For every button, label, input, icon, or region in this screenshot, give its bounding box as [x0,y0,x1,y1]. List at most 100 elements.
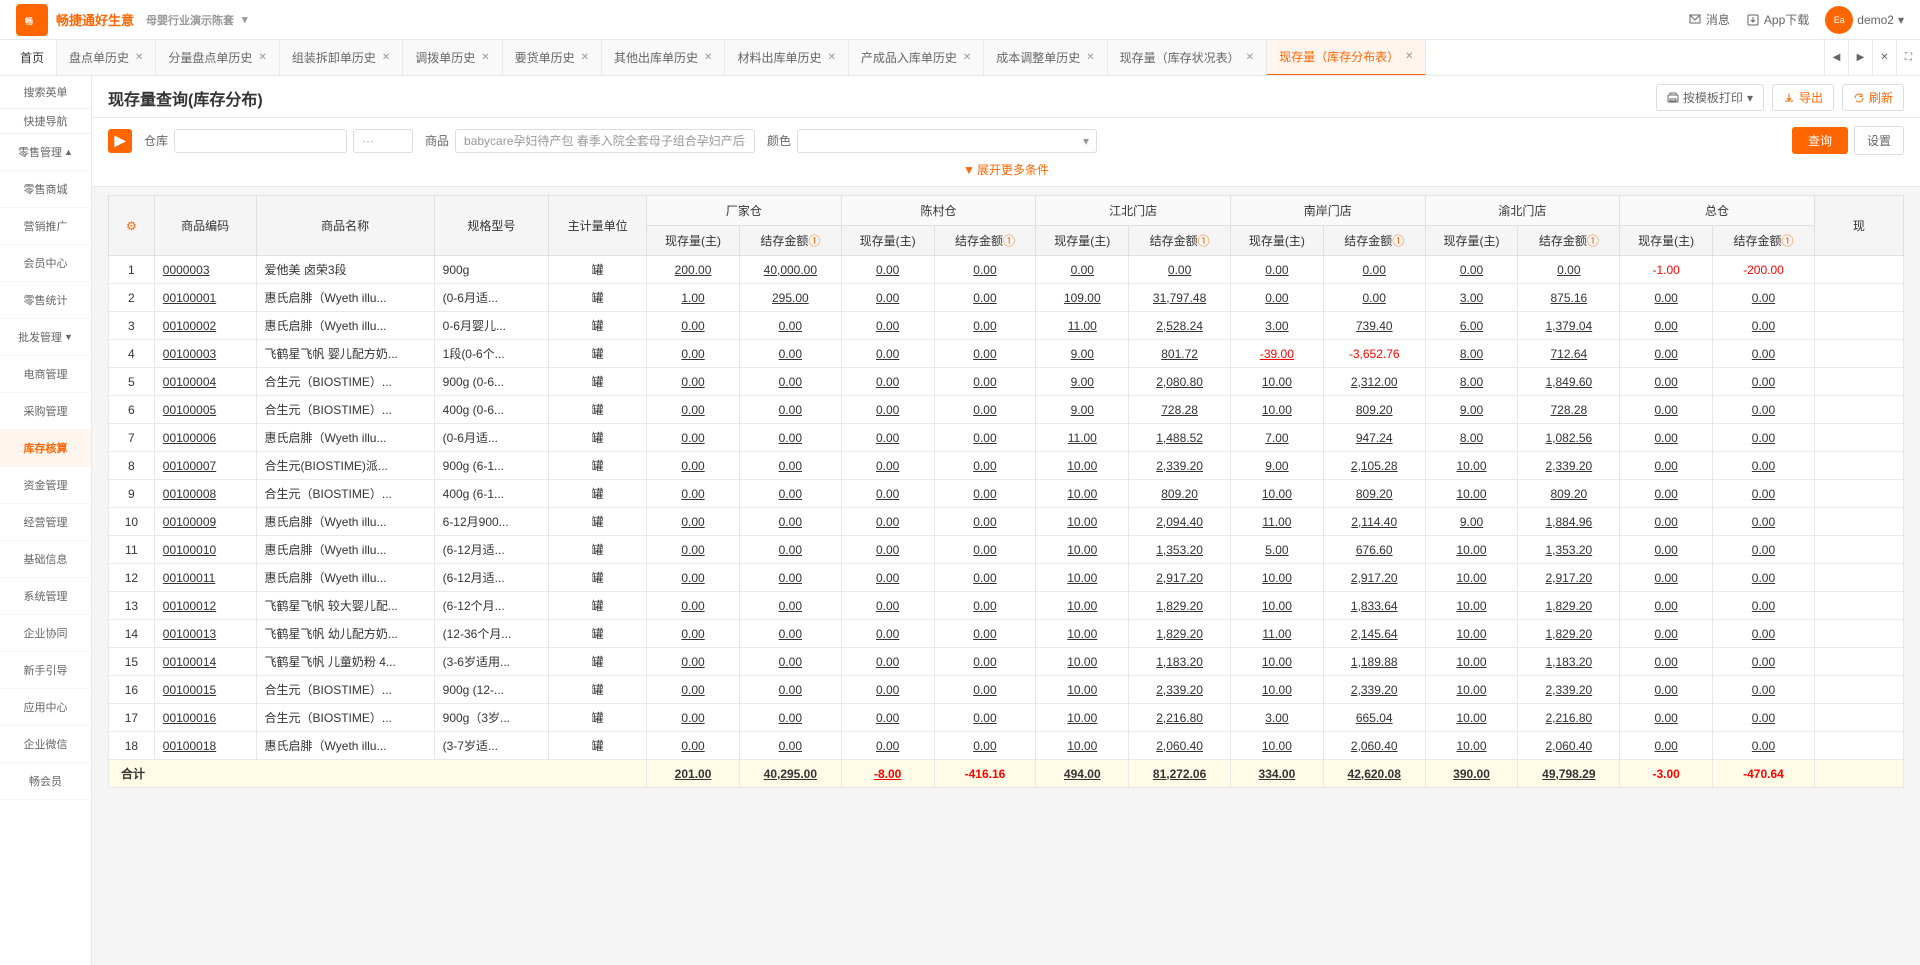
print-btn[interactable]: 按模板打印 ▾ [1656,84,1764,111]
sidebar-item-enterprise[interactable]: 企业协同 [0,615,91,652]
cell-nanan-qty[interactable]: 0.00 [1230,284,1323,312]
cell-chencun-amt[interactable]: 0.00 [934,284,1036,312]
cell-chencun-amt[interactable]: 0.00 [934,508,1036,536]
tab-fenliang[interactable]: 分量盘点单历史 ✕ [156,40,279,76]
cell-yubei-amt[interactable]: 1,849.60 [1518,368,1620,396]
cell-code[interactable]: 00100006 [154,424,256,452]
cell-chencun-amt[interactable]: 0.00 [934,312,1036,340]
cell-chencun-qty[interactable]: 0.00 [841,648,934,676]
cell-chencun-qty[interactable]: 0.00 [841,676,934,704]
cell-changjia-qty[interactable]: 0.00 [647,564,740,592]
cell-nanan-amt[interactable]: 1,833.64 [1323,592,1425,620]
cell-chencun-qty[interactable]: 0.00 [841,452,934,480]
cell-chencun-amt[interactable]: 0.00 [934,536,1036,564]
tab-pandian[interactable]: 盘点单历史 ✕ [57,40,156,76]
tab-chancheng[interactable]: 产成品入库单历史 ✕ [849,40,984,76]
sidebar-item-member[interactable]: 会员中心 [0,245,91,282]
cell-nanan-amt[interactable]: 0.00 [1323,284,1425,312]
cell-chencun-amt[interactable]: 0.00 [934,648,1036,676]
cell-yubei-amt[interactable]: 2,917.20 [1518,564,1620,592]
cell-chencun-qty[interactable]: 0.00 [841,704,934,732]
cell-yubei-qty[interactable]: 10.00 [1425,676,1518,704]
cell-changjia-qty[interactable]: 0.00 [647,424,740,452]
cell-changjia-amt[interactable]: 0.00 [739,592,841,620]
cell-code[interactable]: 00100016 [154,704,256,732]
cell-code[interactable]: 00100018 [154,732,256,760]
cell-total-qty[interactable]: -1.00 [1620,256,1713,284]
cell-jiangbei-amt[interactable]: 2,094.40 [1129,508,1231,536]
cell-yubei-qty[interactable]: 10.00 [1425,732,1518,760]
cell-jiangbei-qty[interactable]: 10.00 [1036,508,1129,536]
cell-chencun-qty[interactable]: 0.00 [841,732,934,760]
cell-jiangbei-qty[interactable]: 11.00 [1036,424,1129,452]
cell-nanan-amt[interactable]: 2,105.28 [1323,452,1425,480]
cell-nanan-qty[interactable]: 0.00 [1230,256,1323,284]
cell-chencun-amt[interactable]: 0.00 [934,452,1036,480]
cell-yubei-qty[interactable]: 10.00 [1425,564,1518,592]
sidebar-item-basic-info[interactable]: 基础信息 [0,541,91,578]
cell-jiangbei-amt[interactable]: 31,797.48 [1129,284,1231,312]
sidebar-item-wholesale[interactable]: 批发管理 ▼ [0,319,91,356]
cell-nanan-qty[interactable]: 10.00 [1230,592,1323,620]
sidebar-item-finance[interactable]: 资金管理 [0,467,91,504]
tab-expand-btn[interactable]: ⛶ [1896,40,1920,76]
cell-changjia-qty[interactable]: 0.00 [647,536,740,564]
tab-cailiao[interactable]: 材料出库单历史 ✕ [725,40,848,76]
cell-chencun-amt[interactable]: 0.00 [934,676,1036,704]
cell-nanan-amt[interactable]: 809.20 [1323,480,1425,508]
sidebar-item-purchase[interactable]: 采购管理 [0,393,91,430]
tab-prev-btn[interactable]: ◀ [1824,40,1848,76]
tab-zuzhuang[interactable]: 组装拆卸单历史 ✕ [280,40,403,76]
goods-input[interactable] [455,129,755,153]
sidebar-item-wechat[interactable]: 企业微信 [0,726,91,763]
cell-chencun-amt[interactable]: 0.00 [934,592,1036,620]
cell-nanan-qty[interactable]: 3.00 [1230,312,1323,340]
cell-yubei-amt[interactable]: 2,339.20 [1518,676,1620,704]
cell-chencun-amt[interactable]: 0.00 [934,564,1036,592]
cell-chencun-qty[interactable]: 0.00 [841,564,934,592]
cell-nanan-amt[interactable]: 2,917.20 [1323,564,1425,592]
cell-jiangbei-qty[interactable]: 9.00 [1036,368,1129,396]
cell-nanan-qty[interactable]: 11.00 [1230,620,1323,648]
cell-jiangbei-amt[interactable]: 728.28 [1129,396,1231,424]
cell-yubei-qty[interactable]: 10.00 [1425,620,1518,648]
cell-changjia-amt[interactable]: 0.00 [739,480,841,508]
tab-xiancunliang2[interactable]: 现存量（库存分布表） ✕ [1267,40,1426,76]
expand-btn[interactable]: ▼ 展开更多条件 [963,161,1049,178]
cell-total-amt[interactable]: -200.00 [1713,256,1815,284]
cell-yubei-amt[interactable]: 2,216.80 [1518,704,1620,732]
cell-nanan-qty[interactable]: 10.00 [1230,732,1323,760]
cell-jiangbei-qty[interactable]: 11.00 [1036,312,1129,340]
cell-total-qty[interactable]: 0.00 [1620,508,1713,536]
cell-chencun-qty[interactable]: 0.00 [841,536,934,564]
cell-yubei-amt[interactable]: 728.28 [1518,396,1620,424]
cell-total-qty[interactable]: 0.00 [1620,592,1713,620]
sidebar-item-guide[interactable]: 新手引导 [0,652,91,689]
cell-jiangbei-qty[interactable]: 10.00 [1036,704,1129,732]
cell-changjia-amt[interactable]: 0.00 [739,732,841,760]
close-icon[interactable]: ✕ [827,52,835,63]
cell-changjia-qty[interactable]: 0.00 [647,732,740,760]
cell-chencun-qty[interactable]: 0.00 [841,312,934,340]
sidebar-item-retail-mgmt[interactable]: 零售管理 ▲ [0,134,91,171]
user-menu[interactable]: Ea demo2 ▾ [1825,6,1904,34]
cell-jiangbei-qty[interactable]: 10.00 [1036,536,1129,564]
cell-changjia-qty[interactable]: 0.00 [647,676,740,704]
cell-code[interactable]: 00100011 [154,564,256,592]
cell-total-amt[interactable]: 0.00 [1713,424,1815,452]
cell-changjia-amt[interactable]: 0.00 [739,508,841,536]
cell-jiangbei-qty[interactable]: 109.00 [1036,284,1129,312]
table-settings-icon[interactable]: ⚙ [126,219,137,233]
close-icon[interactable]: ✕ [1086,52,1094,63]
cell-nanan-qty[interactable]: 11.00 [1230,508,1323,536]
cell-code[interactable]: 00100010 [154,536,256,564]
tab-next-btn[interactable]: ▶ [1848,40,1872,76]
cell-jiangbei-qty[interactable]: 10.00 [1036,592,1129,620]
cell-yubei-qty[interactable]: 10.00 [1425,536,1518,564]
filter-toggle-btn[interactable]: ▶ [108,129,132,153]
cell-code[interactable]: 00100003 [154,340,256,368]
cell-nanan-amt[interactable]: 2,114.40 [1323,508,1425,536]
cell-changjia-qty[interactable]: 0.00 [647,592,740,620]
sidebar-item-member2[interactable]: 畅会员 [0,763,91,800]
tab-yaohuo[interactable]: 要货单历史 ✕ [503,40,602,76]
